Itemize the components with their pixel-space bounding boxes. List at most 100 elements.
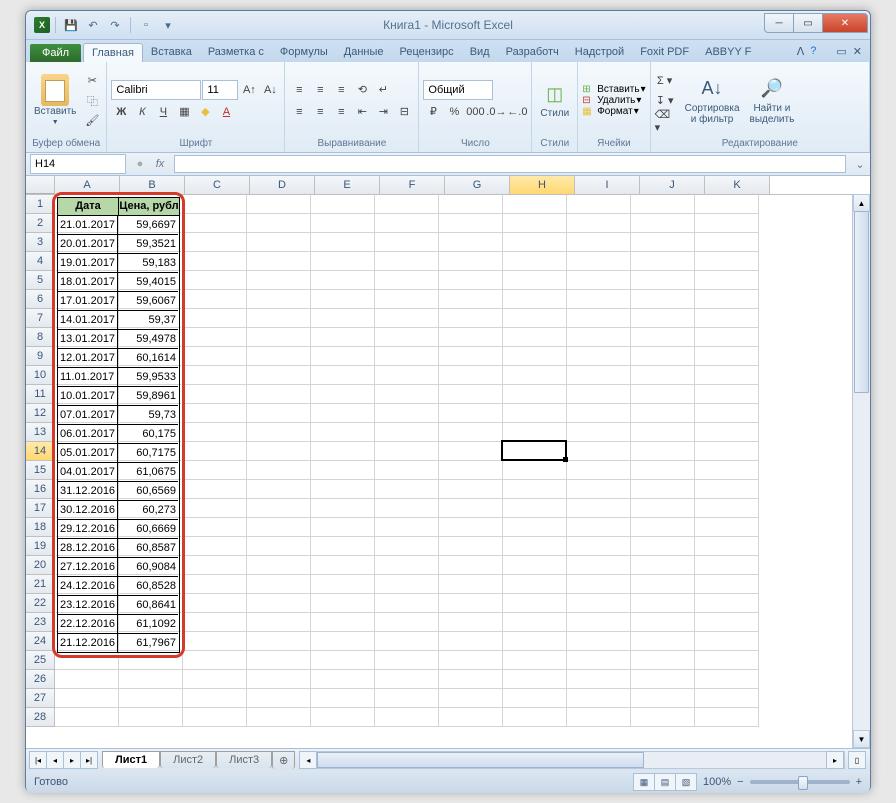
cell[interactable]: [375, 651, 439, 670]
cell[interactable]: [695, 195, 759, 214]
save-icon[interactable]: 💾: [61, 15, 81, 35]
cell[interactable]: [247, 404, 311, 423]
cell[interactable]: [119, 499, 183, 518]
font-color-icon[interactable]: A: [216, 102, 236, 122]
align-top-icon[interactable]: ≡: [289, 80, 309, 100]
sheet-tab-0[interactable]: Лист1: [102, 751, 160, 768]
cell[interactable]: [567, 252, 631, 271]
ribbon-tab-10[interactable]: ABBYY F: [697, 43, 759, 62]
sort-filter-button[interactable]: A↓ Сортировка и фильтр: [681, 75, 744, 127]
cell[interactable]: [119, 518, 183, 537]
sheet-tab-2[interactable]: Лист3: [216, 751, 272, 768]
cell[interactable]: [439, 575, 503, 594]
comma-icon[interactable]: 000: [465, 102, 485, 122]
cell[interactable]: [183, 233, 247, 252]
cells-delete-button[interactable]: ⊟Удалить ▾: [582, 95, 645, 106]
row-header-3[interactable]: 3: [26, 233, 55, 252]
cell[interactable]: [247, 290, 311, 309]
cell[interactable]: [695, 651, 759, 670]
cell[interactable]: [311, 290, 375, 309]
cells-format-button[interactable]: ▦Формат ▾: [582, 106, 645, 117]
cell[interactable]: [183, 252, 247, 271]
cell[interactable]: [567, 480, 631, 499]
vscroll-thumb[interactable]: [854, 211, 869, 393]
row-header-16[interactable]: 16: [26, 480, 55, 499]
cell[interactable]: [631, 252, 695, 271]
cell[interactable]: [311, 651, 375, 670]
align-bot-icon[interactable]: ≡: [331, 80, 351, 100]
cell[interactable]: [503, 366, 567, 385]
cell[interactable]: [567, 594, 631, 613]
cell[interactable]: [631, 423, 695, 442]
cell[interactable]: [247, 689, 311, 708]
cell[interactable]: [119, 309, 183, 328]
split-handle-icon[interactable]: ▯: [848, 751, 866, 769]
cell[interactable]: [55, 670, 119, 689]
cell[interactable]: [55, 347, 119, 366]
cell[interactable]: [55, 366, 119, 385]
cell[interactable]: [247, 271, 311, 290]
cell[interactable]: [183, 271, 247, 290]
cell[interactable]: [503, 385, 567, 404]
cell[interactable]: [183, 423, 247, 442]
hscroll-right-icon[interactable]: ▸: [826, 751, 844, 769]
cell[interactable]: [567, 271, 631, 290]
cell[interactable]: [119, 328, 183, 347]
row-header-8[interactable]: 8: [26, 328, 55, 347]
inc-decimal-icon[interactable]: .0→: [486, 102, 506, 122]
row-header-9[interactable]: 9: [26, 347, 55, 366]
cell[interactable]: [183, 594, 247, 613]
cell[interactable]: [311, 214, 375, 233]
cell[interactable]: [119, 442, 183, 461]
cell[interactable]: [183, 632, 247, 651]
cell[interactable]: [375, 347, 439, 366]
number-format-select[interactable]: Общий: [423, 80, 493, 100]
cell[interactable]: [55, 195, 119, 214]
redo-icon[interactable]: ↷: [105, 15, 125, 35]
cell[interactable]: [631, 518, 695, 537]
cell[interactable]: [503, 214, 567, 233]
cell[interactable]: [55, 271, 119, 290]
cell[interactable]: [311, 613, 375, 632]
cell[interactable]: [695, 290, 759, 309]
cell[interactable]: [311, 575, 375, 594]
cell[interactable]: [631, 480, 695, 499]
find-select-button[interactable]: 🔎 Найти и выделить: [746, 75, 799, 127]
cell[interactable]: [631, 632, 695, 651]
file-tab[interactable]: Файл: [30, 44, 81, 62]
normal-view-icon[interactable]: ▦: [633, 773, 655, 791]
cell[interactable]: [119, 480, 183, 499]
col-header-F[interactable]: F: [380, 176, 445, 194]
cell[interactable]: [183, 290, 247, 309]
cell[interactable]: [567, 461, 631, 480]
cell[interactable]: [567, 404, 631, 423]
cell[interactable]: [567, 632, 631, 651]
cell[interactable]: [119, 366, 183, 385]
cell[interactable]: [439, 613, 503, 632]
name-box[interactable]: H14: [30, 154, 126, 174]
ribbon-tab-2[interactable]: Разметка с: [200, 43, 272, 62]
cell[interactable]: [695, 670, 759, 689]
cell[interactable]: [439, 309, 503, 328]
row-header-23[interactable]: 23: [26, 613, 55, 632]
expand-formula-bar-icon[interactable]: ⌄: [850, 158, 870, 171]
cell[interactable]: [375, 290, 439, 309]
cell[interactable]: [247, 214, 311, 233]
cell[interactable]: [375, 689, 439, 708]
cell[interactable]: [375, 404, 439, 423]
cell[interactable]: [631, 670, 695, 689]
cell[interactable]: [55, 214, 119, 233]
cell[interactable]: [375, 480, 439, 499]
cell[interactable]: [119, 214, 183, 233]
cell[interactable]: [567, 214, 631, 233]
cell[interactable]: [183, 385, 247, 404]
cell[interactable]: [631, 556, 695, 575]
cell[interactable]: [439, 442, 503, 461]
cell[interactable]: [311, 480, 375, 499]
cell[interactable]: [119, 195, 183, 214]
wrap-text-icon[interactable]: ↵: [373, 80, 393, 100]
row-header-26[interactable]: 26: [26, 670, 55, 689]
cell[interactable]: [311, 404, 375, 423]
cell[interactable]: [247, 632, 311, 651]
cell[interactable]: [439, 632, 503, 651]
